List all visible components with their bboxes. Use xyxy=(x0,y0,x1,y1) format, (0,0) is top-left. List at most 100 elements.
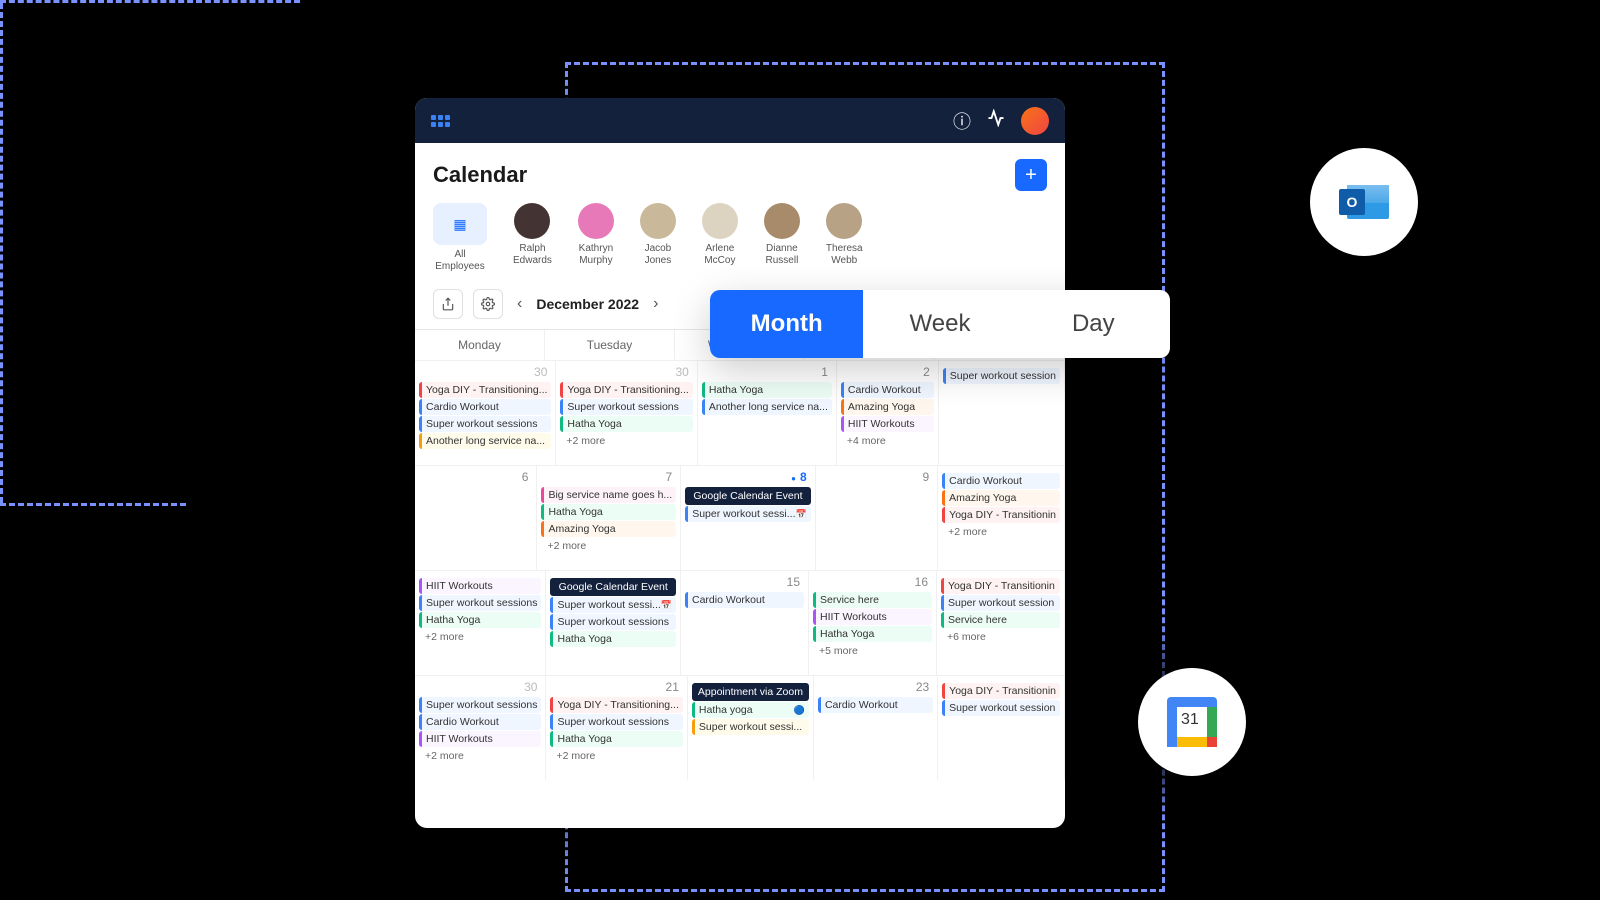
view-day-button[interactable]: Day xyxy=(1017,290,1170,358)
activity-icon[interactable] xyxy=(987,109,1005,132)
calendar-event[interactable]: Cardio Workout xyxy=(419,399,551,415)
calendar-event[interactable]: Yoga DIY - Transitioning... xyxy=(419,382,551,398)
more-events-link[interactable]: +2 more xyxy=(558,433,694,449)
calendar-event[interactable]: Another long service na... xyxy=(419,433,551,449)
next-month-button[interactable]: › xyxy=(649,295,662,313)
day-cell[interactable]: 30Super workout sessionsCardio WorkoutHI… xyxy=(415,675,546,780)
calendar-event[interactable]: Cardio Workout xyxy=(818,697,933,713)
day-cell[interactable]: 1Hatha YogaAnother long service na... xyxy=(698,360,837,465)
employee-filter-arlene-mccoy[interactable]: ArleneMcCoy xyxy=(702,203,738,273)
more-events-link[interactable]: +4 more xyxy=(839,433,936,449)
day-cell[interactable]: 7Big service name goes h...Hatha YogaAma… xyxy=(537,465,681,570)
calendar-event[interactable]: Super workout session xyxy=(942,700,1060,716)
calendar-event[interactable]: Super workout sessi...📅 xyxy=(685,506,811,522)
calendar-event[interactable]: Cardio Workout xyxy=(841,382,934,398)
view-month-button[interactable]: Month xyxy=(710,290,863,358)
employee-filter-kathryn-murphy[interactable]: KathrynMurphy xyxy=(578,203,614,273)
calendar-event[interactable]: Hatha Yoga xyxy=(702,382,832,398)
help-icon[interactable]: ⓘ xyxy=(953,108,971,134)
calendar-event[interactable]: HIIT Workouts xyxy=(841,416,934,432)
calendar-event[interactable]: Super workout sessions xyxy=(419,697,541,713)
add-button[interactable]: + xyxy=(1015,159,1047,191)
calendar-event[interactable]: Super workout sessions xyxy=(550,714,682,730)
calendar-event[interactable]: Hatha Yoga xyxy=(560,416,692,432)
day-cell[interactable]: 8Google Calendar EventSuper workout sess… xyxy=(681,465,816,570)
day-cell[interactable]: 6 xyxy=(415,465,537,570)
export-button[interactable] xyxy=(433,289,463,319)
calendar-event[interactable]: Cardio Workout xyxy=(942,473,1060,489)
calendar-event[interactable]: Super workout sessions xyxy=(550,614,676,630)
more-events-link[interactable]: +2 more xyxy=(417,629,543,645)
calendar-event[interactable]: Service here xyxy=(941,612,1060,628)
more-events-link[interactable]: +2 more xyxy=(940,524,1062,540)
calendar-event[interactable]: Hatha Yoga xyxy=(550,731,682,747)
outlook-integration-icon[interactable]: O xyxy=(1310,148,1418,256)
calendar-event[interactable]: Service here xyxy=(813,592,932,608)
calendar-event[interactable]: Super workout sessions xyxy=(560,399,692,415)
employee-filter-row: ▦AllEmployees RalphEdwards KathrynMurphy Ja… xyxy=(415,203,1065,283)
employee-filter-ralph-edwards[interactable]: RalphEdwards xyxy=(513,203,552,273)
calendar-event[interactable]: Yoga DIY - Transitioning... xyxy=(560,382,692,398)
employee-filter-dianne-russell[interactable]: DianneRussell xyxy=(764,203,800,273)
calendar-event[interactable]: Another long service na... xyxy=(702,399,832,415)
google-calendar-integration-icon[interactable]: 31 xyxy=(1138,668,1246,776)
day-cell[interactable]: HIIT WorkoutsSuper workout sessionsHatha… xyxy=(415,570,546,675)
day-cell[interactable]: Cardio WorkoutAmazing YogaYoga DIY - Tra… xyxy=(938,465,1065,570)
day-cell[interactable]: 30Yoga DIY - Transitioning...Super worko… xyxy=(556,360,697,465)
calendar-event[interactable]: Hatha Yoga xyxy=(550,631,676,647)
day-cell[interactable]: 30Yoga DIY - Transitioning...Cardio Work… xyxy=(415,360,556,465)
outlook-logo-icon: O xyxy=(1339,177,1389,227)
employee-filter-theresa-webb[interactable]: TheresaWebb xyxy=(826,203,863,273)
calendar-event[interactable]: Super workout session xyxy=(943,368,1060,384)
calendar-event[interactable]: Yoga DIY - Transitionin xyxy=(942,683,1060,699)
prev-month-button[interactable]: ‹ xyxy=(513,295,526,313)
calendar-event[interactable]: Super workout sessi... xyxy=(692,719,809,735)
calendar-event[interactable]: Yoga DIY - Transitionin xyxy=(942,507,1060,523)
day-cell[interactable]: 2Cardio WorkoutAmazing YogaHIIT Workouts… xyxy=(837,360,939,465)
more-events-link[interactable]: +6 more xyxy=(939,629,1062,645)
calendar-grid: MondayTuesdayWednesdayThursdayFriday 30Y… xyxy=(415,329,1065,780)
calendar-event[interactable]: Yoga DIY - Transitioning... xyxy=(550,697,682,713)
app-logo-icon[interactable] xyxy=(431,110,453,132)
user-avatar[interactable] xyxy=(1021,107,1049,135)
calendar-event[interactable]: Cardio Workout xyxy=(685,592,804,608)
day-cell[interactable]: Yoga DIY - TransitioninSuper workout ses… xyxy=(937,570,1065,675)
calendar-event[interactable]: Cardio Workout xyxy=(419,714,541,730)
calendar-event[interactable]: Appointment via Zoom xyxy=(692,683,809,701)
calendar-event[interactable]: Amazing Yoga xyxy=(541,521,676,537)
calendar-event[interactable]: Hatha yoga🔵 xyxy=(692,702,809,718)
calendar-event[interactable]: Yoga DIY - Transitionin xyxy=(941,578,1060,594)
calendar-event[interactable]: Hatha Yoga xyxy=(419,612,541,628)
calendar-event[interactable]: HIIT Workouts xyxy=(419,731,541,747)
day-cell[interactable]: Appointment via ZoomHatha yoga🔵Super wor… xyxy=(688,675,814,780)
calendar-event[interactable]: Super workout sessions xyxy=(419,416,551,432)
day-cell[interactable]: Yoga DIY - TransitioninSuper workout ses… xyxy=(938,675,1065,780)
day-cell[interactable]: Super workout session xyxy=(939,360,1065,465)
calendar-event[interactable]: Google Calendar Event xyxy=(550,578,676,596)
day-cell[interactable]: 21Yoga DIY - Transitioning...Super worko… xyxy=(546,675,687,780)
day-cell[interactable]: 16Service hereHIIT WorkoutsHatha Yoga+5 … xyxy=(809,570,937,675)
employee-filter-jacob-jones[interactable]: JacobJones xyxy=(640,203,676,273)
calendar-event[interactable]: Super workout session xyxy=(941,595,1060,611)
day-cell[interactable]: Google Calendar EventSuper workout sessi… xyxy=(546,570,681,675)
more-events-link[interactable]: +5 more xyxy=(811,643,934,659)
day-cell[interactable]: 23Cardio Workout xyxy=(814,675,938,780)
calendar-event[interactable]: Hatha Yoga xyxy=(541,504,676,520)
view-week-button[interactable]: Week xyxy=(863,290,1016,358)
more-events-link[interactable]: +2 more xyxy=(417,748,543,764)
employee-filter-all-employees[interactable]: ▦AllEmployees xyxy=(433,203,487,273)
more-events-link[interactable]: +2 more xyxy=(539,538,678,554)
calendar-event[interactable]: Hatha Yoga xyxy=(813,626,932,642)
settings-button[interactable] xyxy=(473,289,503,319)
more-events-link[interactable]: +2 more xyxy=(548,748,684,764)
day-cell[interactable]: 9 xyxy=(816,465,938,570)
calendar-event[interactable]: Super workout sessions xyxy=(419,595,541,611)
calendar-event[interactable]: Amazing Yoga xyxy=(841,399,934,415)
calendar-event[interactable]: HIIT Workouts xyxy=(419,578,541,594)
calendar-event[interactable]: Big service name goes h... xyxy=(541,487,676,503)
calendar-event[interactable]: HIIT Workouts xyxy=(813,609,932,625)
calendar-event[interactable]: Amazing Yoga xyxy=(942,490,1060,506)
calendar-event[interactable]: Google Calendar Event xyxy=(685,487,811,505)
calendar-event[interactable]: Super workout sessi...📅 xyxy=(550,597,676,613)
day-cell[interactable]: 15Cardio Workout xyxy=(681,570,809,675)
